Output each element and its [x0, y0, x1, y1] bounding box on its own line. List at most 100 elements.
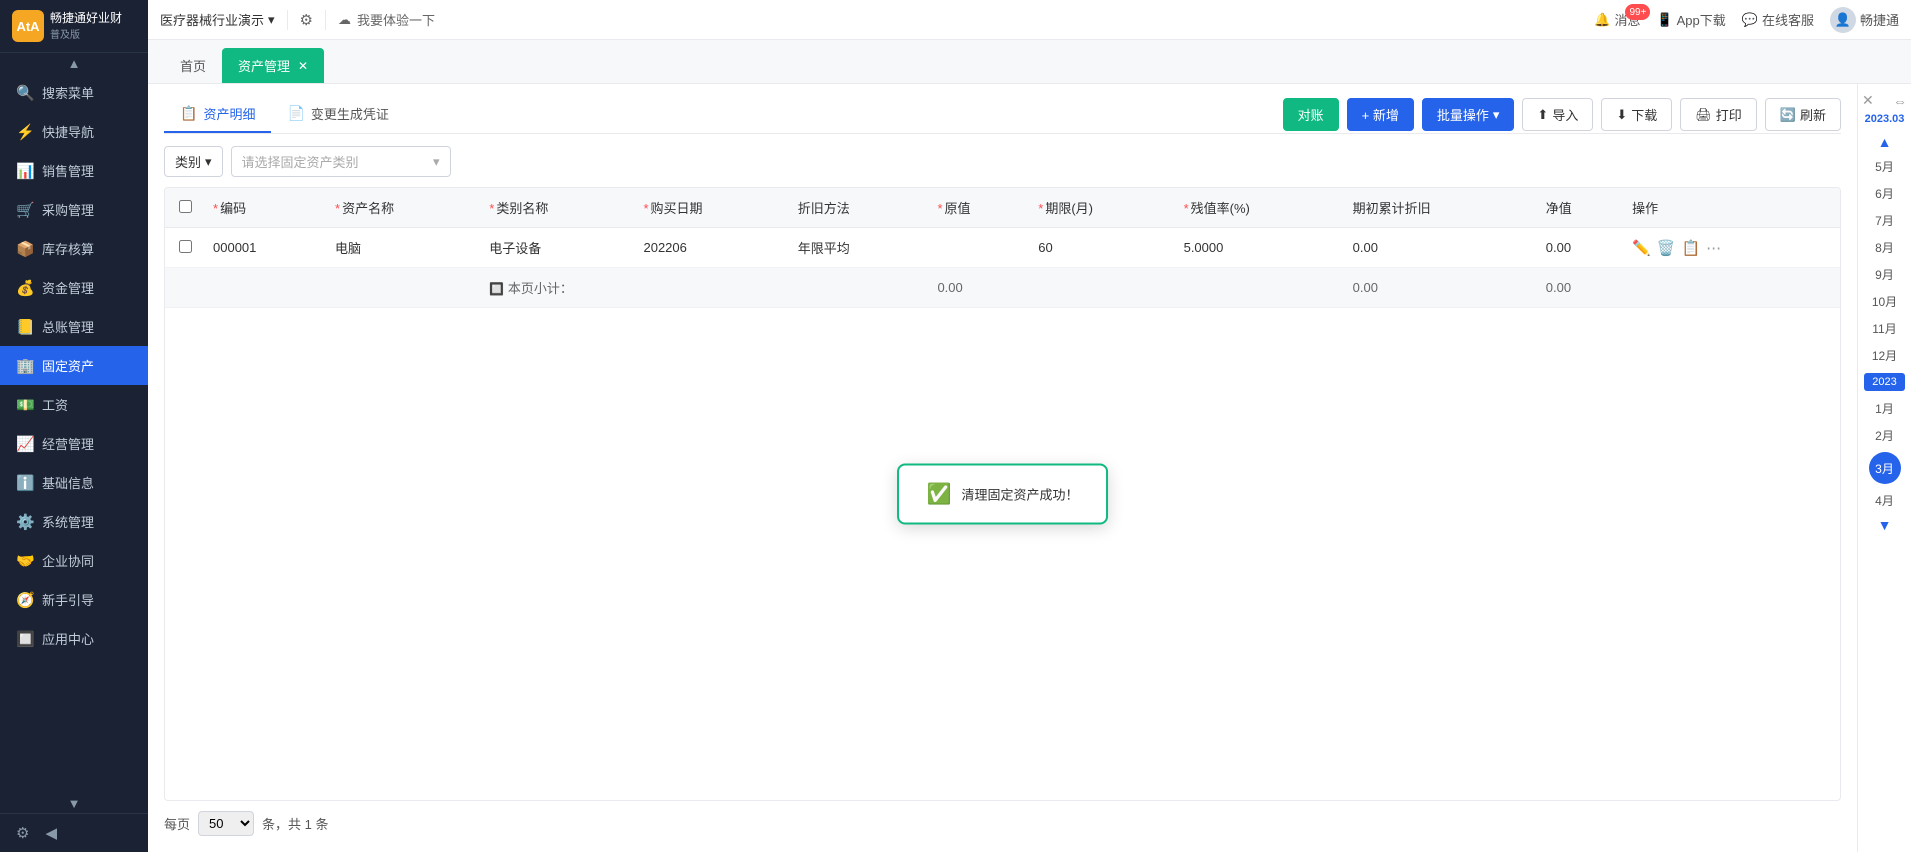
sidebar-item-payroll[interactable]: 💵 工资: [0, 385, 148, 424]
right-panel: ✕ ⇔ 2023.03 ▲ 5月 6月 7月 8月 9月 10月 11月 12月…: [1857, 84, 1911, 852]
new-button[interactable]: + 新增: [1347, 98, 1414, 131]
cal-month-4[interactable]: 4月: [1863, 487, 1907, 514]
inventory-icon: 📦: [16, 240, 34, 258]
settings-gear-icon[interactable]: ⚙: [300, 11, 313, 29]
bell-icon: 🔔: [1594, 12, 1610, 28]
cal-month-12[interactable]: 12月: [1863, 342, 1907, 369]
tab-close-icon[interactable]: ✕: [298, 59, 308, 73]
subtotal-initial-dep: 0.00: [1353, 280, 1378, 295]
sidebar-item-inventory[interactable]: 📦 库存核算: [0, 229, 148, 268]
row-actions: ✏️ 🗑️ 📋 ⋯: [1632, 239, 1832, 257]
download-button[interactable]: ⬇ 下载: [1601, 98, 1672, 131]
edit-action-icon[interactable]: ✏️: [1632, 239, 1651, 257]
cal-month-3-current[interactable]: 3月: [1869, 452, 1901, 484]
online-service-btn[interactable]: 💬 在线客服: [1742, 10, 1814, 29]
topbar-divider: [287, 10, 288, 30]
company-selector[interactable]: 医疗器械行业演示 ▾: [160, 10, 275, 29]
sidebar-item-app-center[interactable]: 🔲 应用中心: [0, 619, 148, 658]
more-action-icon[interactable]: ⋯: [1706, 239, 1721, 257]
cal-month-1[interactable]: 1月: [1863, 395, 1907, 422]
sidebar-item-label: 销售管理: [42, 161, 94, 180]
settings-bottom-icon[interactable]: ⚙: [16, 824, 29, 842]
td-category: 电子设备: [481, 228, 635, 268]
sidebar-item-label: 新手引导: [42, 590, 94, 609]
sub-tab-change-voucher[interactable]: 📄 变更生成凭证: [271, 96, 404, 133]
sidebar-item-operations[interactable]: 📈 经营管理: [0, 424, 148, 463]
import-button[interactable]: ⬆ 导入: [1522, 98, 1593, 131]
print-button[interactable]: 🖨 打印: [1680, 98, 1757, 131]
subtotal-original-value: 0.00: [937, 280, 962, 295]
tab-home[interactable]: 首页: [164, 48, 222, 83]
sidebar-scroll-up[interactable]: ▲: [0, 53, 148, 73]
sidebar-item-ledger[interactable]: 📒 总账管理: [0, 307, 148, 346]
select-all-checkbox[interactable]: [179, 200, 192, 213]
total-label: 条，共 1 条: [262, 814, 328, 833]
sub-tab-asset-detail[interactable]: 📋 资产明细: [164, 96, 271, 133]
row-purchase-date: 202206: [643, 240, 686, 255]
category-dropdown-icon: ▾: [205, 154, 212, 170]
print-label: 打印: [1716, 105, 1742, 124]
sidebar-item-search[interactable]: 🔍 搜索菜单: [0, 73, 148, 112]
delete-action-icon[interactable]: 🗑️: [1657, 239, 1676, 257]
cal-month-5[interactable]: 5月: [1863, 153, 1907, 180]
sidebar-scroll-down[interactable]: ▼: [0, 793, 148, 813]
reconcile-button[interactable]: 对账: [1283, 98, 1339, 131]
panel-close-icon[interactable]: ✕: [1862, 92, 1874, 109]
category-placeholder: 请选择固定资产类别: [242, 152, 359, 171]
calendar-up-btn[interactable]: ▲: [1878, 131, 1892, 153]
td-initial-dep: 0.00: [1345, 228, 1538, 268]
sidebar-item-guide[interactable]: 🧭 新手引导: [0, 580, 148, 619]
user-name: 畅捷通: [1860, 10, 1899, 29]
cal-month-2[interactable]: 2月: [1863, 422, 1907, 449]
collapse-sidebar-icon[interactable]: ◀: [45, 824, 57, 842]
td-dep-method: 年限平均: [790, 228, 930, 268]
th-period-label: 期限(月): [1045, 201, 1093, 216]
sidebar-item-basic-info[interactable]: ℹ️ 基础信息: [0, 463, 148, 502]
cal-month-11[interactable]: 11月: [1863, 315, 1907, 342]
experience-btn[interactable]: ☁ 我要体验一下: [338, 10, 435, 29]
tab-home-label: 首页: [180, 59, 206, 74]
th-original-value: *原值: [929, 188, 1030, 228]
sidebar-item-fixed-assets[interactable]: 🏢 固定资产: [0, 346, 148, 385]
new-label: + 新增: [1362, 105, 1399, 124]
system-icon: ⚙️: [16, 513, 34, 531]
per-page-select[interactable]: 50 100 200: [198, 811, 254, 836]
row-checkbox[interactable]: [179, 240, 192, 253]
tab-asset-management[interactable]: 资产管理 ✕: [222, 48, 324, 83]
calendar-down-btn[interactable]: ▼: [1878, 514, 1892, 536]
import-label: 导入: [1552, 105, 1578, 124]
cal-month-10[interactable]: 10月: [1863, 288, 1907, 315]
sidebar-item-purchase[interactable]: 🛒 采购管理: [0, 190, 148, 229]
notifications-btn[interactable]: 🔔 消息 99+: [1594, 10, 1640, 29]
sidebar-item-sales[interactable]: 📊 销售管理: [0, 151, 148, 190]
category-filter[interactable]: 类别 ▾: [164, 146, 223, 177]
cal-year-2023-label[interactable]: 2023: [1864, 373, 1904, 391]
sidebar-item-system[interactable]: ⚙️ 系统管理: [0, 502, 148, 541]
copy-action-icon[interactable]: 📋: [1681, 239, 1700, 257]
sidebar-item-funds[interactable]: 💰 资金管理: [0, 268, 148, 307]
sidebar-item-enterprise[interactable]: 🤝 企业协同: [0, 541, 148, 580]
pagination: 每页 50 100 200 条，共 1 条: [164, 801, 1841, 840]
app-download-btn[interactable]: 📱 App下载: [1656, 10, 1725, 29]
th-net-value: 净值: [1538, 188, 1624, 228]
cal-month-6[interactable]: 6月: [1863, 180, 1907, 207]
sidebar-item-label: 总账管理: [42, 317, 94, 336]
app-download-label: App下载: [1677, 10, 1726, 29]
cal-month-8[interactable]: 8月: [1863, 234, 1907, 261]
cal-month-7[interactable]: 7月: [1863, 207, 1907, 234]
td-subtotal-initial-dep: 0.00: [1345, 268, 1538, 308]
logo-sub: 普及版: [50, 26, 122, 41]
cal-month-9[interactable]: 9月: [1863, 261, 1907, 288]
calendar-header[interactable]: 2023.03: [1865, 109, 1905, 131]
refresh-button[interactable]: 🔄 刷新: [1765, 98, 1841, 131]
td-subtotal-empty1: [165, 268, 205, 308]
tab-asset-management-label: 资产管理: [238, 56, 290, 75]
td-residual-rate: 5.0000: [1176, 228, 1345, 268]
category-select[interactable]: 请选择固定资产类别 ▾: [231, 146, 451, 177]
td-checkbox: [165, 228, 205, 268]
sidebar-item-quick-nav[interactable]: ⚡ 快捷导航: [0, 112, 148, 151]
user-area[interactable]: 👤 畅捷通: [1830, 7, 1899, 33]
payroll-icon: 💵: [16, 396, 34, 414]
batch-button[interactable]: 批量操作 ▾: [1422, 98, 1515, 131]
panel-expand-icon[interactable]: ⇔: [1893, 93, 1907, 109]
